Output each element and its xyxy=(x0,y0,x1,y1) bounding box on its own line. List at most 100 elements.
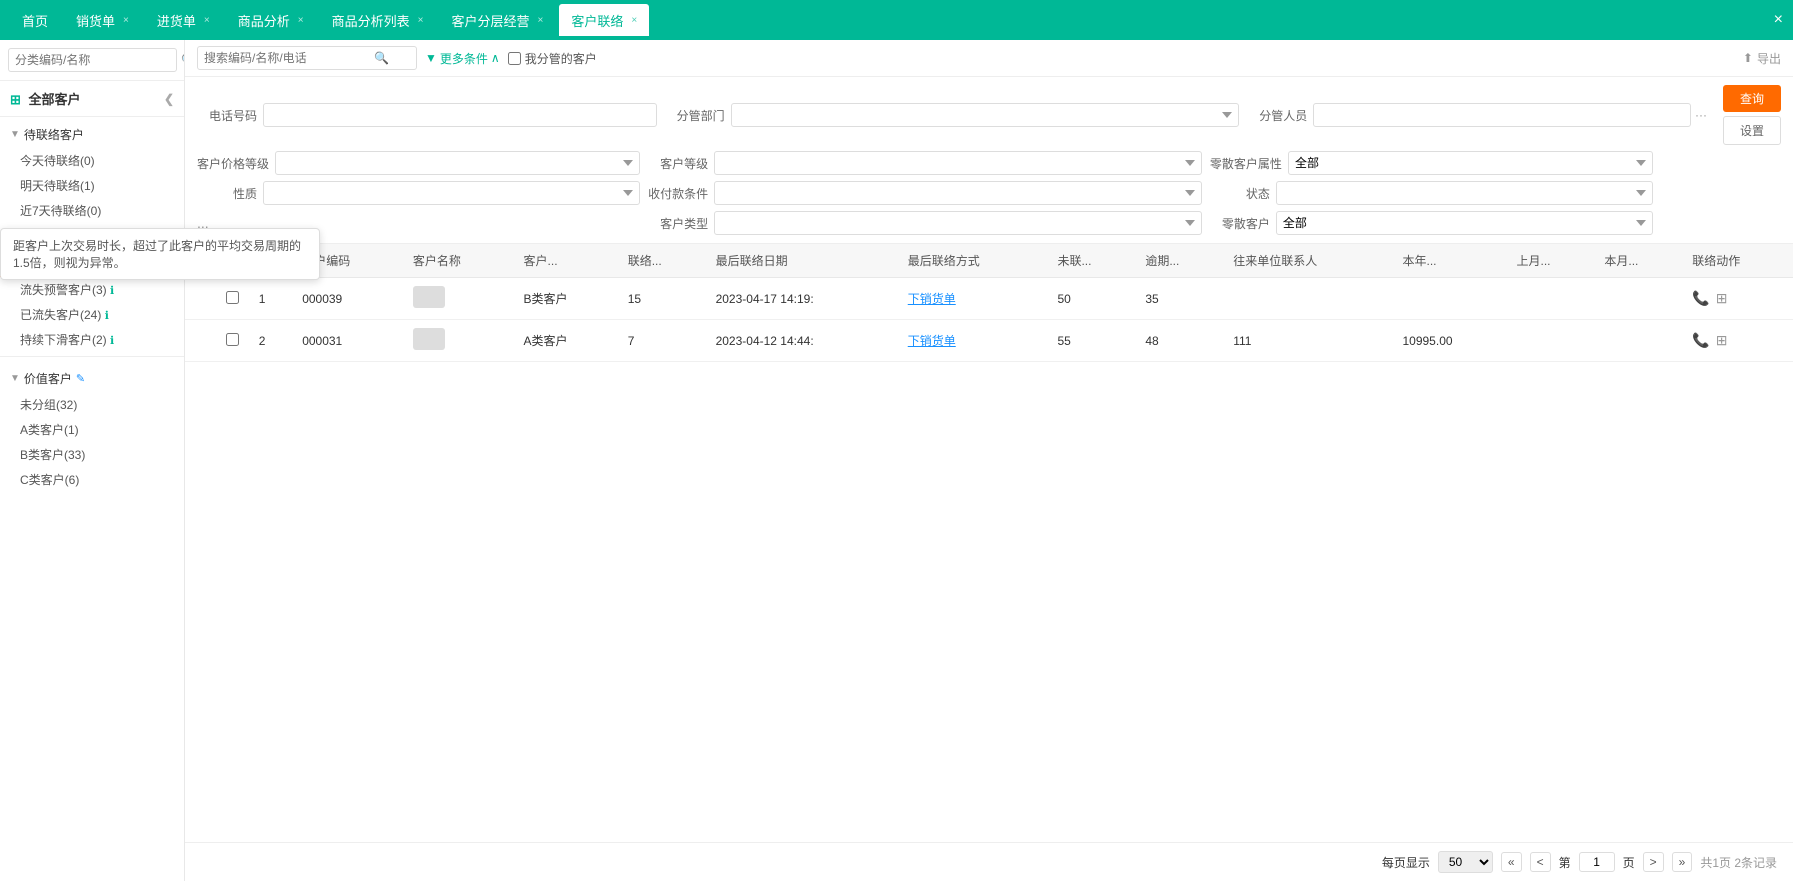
phone-action-icon[interactable]: 📞 xyxy=(1692,290,1709,307)
page-prefix: 第 xyxy=(1559,854,1571,871)
more-action-icon[interactable]: ⊞ xyxy=(1716,290,1728,307)
payment-select[interactable] xyxy=(714,181,1202,205)
total-text: 共1页 2条记录 xyxy=(1700,854,1777,871)
cell-contact: 7 xyxy=(618,320,706,362)
status-select[interactable] xyxy=(1276,181,1653,205)
close-all-tabs[interactable]: × xyxy=(1774,11,1783,29)
more-conditions-btn[interactable]: ▼ 更多条件 ∧ xyxy=(425,50,500,67)
more-action-icon[interactable]: ⊞ xyxy=(1716,332,1728,349)
tab-customer-tier[interactable]: 客户分层经营 × xyxy=(439,4,555,36)
customer-type-select[interactable] xyxy=(714,211,1202,235)
phone-input[interactable] xyxy=(263,103,657,127)
sidebar-bottom xyxy=(0,496,184,881)
page-suffix: 页 xyxy=(1623,854,1635,871)
collapse-icon[interactable]: ❮ xyxy=(164,92,174,106)
field-payment: 收付款条件 xyxy=(648,181,1202,205)
top-nav: 首页 销货单 × 进货单 × 商品分析 × 商品分析列表 × 客户分层经营 × … xyxy=(0,0,1793,40)
status-label: 状态 xyxy=(1210,185,1270,202)
sidebar-item-churned[interactable]: 已流失客户(24) ℹ xyxy=(0,302,184,327)
cell-overdue: 35 xyxy=(1135,278,1223,320)
tab-sales-close[interactable]: × xyxy=(123,15,129,26)
person-label: 分管人员 xyxy=(1247,107,1307,124)
tab-customer-contact[interactable]: 客户联络 × xyxy=(559,4,649,36)
field-customer-type: 客户类型 xyxy=(648,211,1202,235)
tab-sales[interactable]: 销货单 × xyxy=(64,4,141,36)
sidebar-search-input[interactable] xyxy=(8,48,177,72)
search-icon[interactable]: 🔍 xyxy=(374,51,389,65)
cell-settings xyxy=(185,278,216,320)
tab-goods-list-close[interactable]: × xyxy=(418,15,424,26)
last-method-link[interactable]: 下销货单 xyxy=(908,334,956,348)
per-page-select[interactable]: 50 100 200 xyxy=(1438,851,1493,873)
row-checkbox[interactable] xyxy=(226,291,239,304)
cell-check xyxy=(216,320,249,362)
retail-attr-label: 零散客户属性 xyxy=(1210,155,1282,172)
field-retail: 零散客户 全部 xyxy=(1210,211,1653,235)
last-page-btn[interactable]: » xyxy=(1672,852,1693,872)
my-customers-checkbox[interactable]: 我分管的客户 xyxy=(508,50,597,67)
action-icons: 📞 ⊞ xyxy=(1692,332,1783,349)
first-page-btn[interactable]: « xyxy=(1501,852,1522,872)
field-status: 状态 xyxy=(1210,181,1653,205)
sidebar-item-churn-warning[interactable]: 流失预警客户(3) ℹ xyxy=(0,277,184,302)
customer-level-select[interactable] xyxy=(714,151,1202,175)
sidebar-item-7days[interactable]: 近7天待联络(0) xyxy=(0,198,184,223)
tab-customer-tier-close[interactable]: × xyxy=(537,15,543,26)
tab-goods-analysis-close[interactable]: × xyxy=(298,15,304,26)
cell-type: B类客户 xyxy=(514,278,618,320)
cell-this-month xyxy=(1594,320,1682,362)
sidebar-item-class-b[interactable]: B类客户(33) xyxy=(0,442,184,467)
price-level-label: 客户价格等级 xyxy=(197,155,269,172)
export-btn[interactable]: ⬆ 导出 xyxy=(1743,50,1781,67)
phone-action-icon[interactable]: 📞 xyxy=(1692,332,1709,349)
person-more-icon[interactable]: ··· xyxy=(1695,108,1707,122)
col-last-method: 最后联络方式 xyxy=(898,244,1048,278)
tab-purchase-close[interactable]: × xyxy=(204,15,210,26)
group-pending-title[interactable]: ▼ 待联络客户 xyxy=(0,121,184,148)
dept-select[interactable] xyxy=(731,103,1240,127)
chevron-icon: ∧ xyxy=(491,51,500,65)
retail-select[interactable]: 全部 xyxy=(1276,211,1653,235)
cell-company-contact xyxy=(1223,278,1392,320)
row-checkbox[interactable] xyxy=(226,333,239,346)
col-this-month: 本月... xyxy=(1594,244,1682,278)
sidebar-item-tomorrow[interactable]: 明天待联络(1) xyxy=(0,173,184,198)
sidebar: 🔍 ⊞ 全部客户 ❮ ▼ 待联络客户 今天待联络(0) 明天待联络(1) 近7天… xyxy=(0,40,185,881)
group-value-title[interactable]: ▼ 价值客户 ✎ xyxy=(0,365,184,392)
sidebar-item-class-a[interactable]: A类客户(1) xyxy=(0,417,184,442)
table-row: 1 000039 B类客户 15 2023-04-17 14:19: 下销货单 … xyxy=(185,278,1793,320)
price-level-select[interactable] xyxy=(275,151,640,175)
sidebar-item-declining[interactable]: 持续下滑客户(2) ℹ xyxy=(0,327,184,352)
group-value-customers: ▼ 价值客户 ✎ 未分组(32) A类客户(1) B类客户(33) C类客户(6… xyxy=(0,361,184,496)
retail-attr-select[interactable]: 全部 xyxy=(1288,151,1653,175)
gender-select[interactable] xyxy=(263,181,640,205)
cell-index: 2 xyxy=(249,320,292,362)
search-input[interactable] xyxy=(204,47,374,69)
tab-purchase[interactable]: 进货单 × xyxy=(145,4,222,36)
last-method-link[interactable]: 下销货单 xyxy=(908,292,956,306)
extended-filter: 电话号码 分管部门 分管人员 ··· 查询 设置 xyxy=(185,77,1793,244)
tab-customer-contact-close[interactable]: × xyxy=(631,15,637,26)
edit-icon[interactable]: ✎ xyxy=(76,372,85,385)
setting-btn[interactable]: 设置 xyxy=(1723,116,1781,145)
next-page-btn[interactable]: > xyxy=(1643,852,1664,872)
cell-action: 📞 ⊞ xyxy=(1682,278,1793,320)
tab-goods-list[interactable]: 商品分析列表 × xyxy=(320,4,436,36)
cell-company-contact: 111 xyxy=(1223,320,1392,362)
cell-no-contact: 55 xyxy=(1047,320,1135,362)
query-btn[interactable]: 查询 xyxy=(1723,85,1781,112)
tooltip-popup: 距客户上次交易时长，超过了此客户的平均交易周期的1.5倍，则视为异常。 xyxy=(185,228,320,280)
sidebar-item-today[interactable]: 今天待联络(0) xyxy=(0,148,184,173)
tab-home[interactable]: 首页 xyxy=(10,4,60,36)
sidebar-item-class-c[interactable]: C类客户(6) xyxy=(0,467,184,492)
prev-page-btn[interactable]: < xyxy=(1530,852,1551,872)
field-retail-attr: 零散客户属性 全部 xyxy=(1210,151,1653,175)
tab-goods-analysis[interactable]: 商品分析 × xyxy=(226,4,316,36)
person-input[interactable] xyxy=(1313,103,1691,127)
my-customers-check[interactable] xyxy=(508,52,521,65)
page-input[interactable] xyxy=(1579,852,1615,872)
field-price-level: 客户价格等级 xyxy=(197,151,640,175)
payment-label: 收付款条件 xyxy=(648,185,708,202)
all-customers-title[interactable]: ⊞ 全部客户 ❮ xyxy=(0,81,184,117)
sidebar-item-ungrouped[interactable]: 未分组(32) xyxy=(0,392,184,417)
